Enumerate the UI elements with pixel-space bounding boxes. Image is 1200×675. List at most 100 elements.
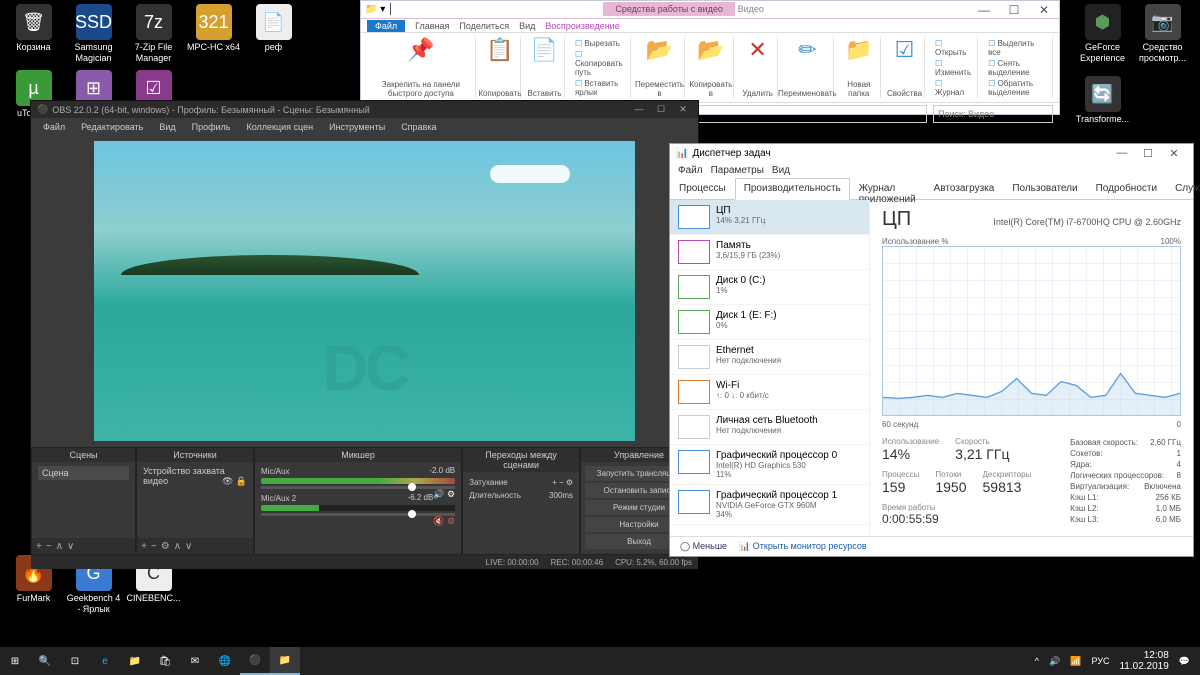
- explorer-tab-file[interactable]: Файл: [367, 20, 405, 32]
- taskbar-store[interactable]: 🛍: [150, 647, 180, 675]
- desktop-icon-samsung[interactable]: SSDSamsung Magician: [66, 4, 121, 64]
- tab-users[interactable]: Пользователи: [1003, 178, 1086, 199]
- tab-startup[interactable]: Автозагрузка: [925, 178, 1004, 199]
- menu-file[interactable]: Файл: [678, 165, 703, 176]
- ribbon-newfolder[interactable]: Новая папка: [844, 80, 875, 98]
- explorer-titlebar[interactable]: 📁 ▾ │ Средства работы с видео Видео — ☐ …: [361, 1, 1059, 19]
- tray-notifications-icon[interactable]: 💬: [1179, 656, 1190, 666]
- explorer-tab-play[interactable]: Воспроизведение: [545, 21, 619, 31]
- close-button[interactable]: ✕: [1161, 147, 1187, 160]
- mixer-row: Mic/Aux 2-6.2 dB 🔇 ⚙: [261, 493, 455, 516]
- min-button[interactable]: —: [969, 3, 999, 17]
- menu-view[interactable]: Вид: [153, 120, 181, 134]
- desktop-icon-mpc[interactable]: 321MPC-HC x64: [186, 4, 241, 53]
- menu-scenes[interactable]: Коллекция сцен: [240, 120, 319, 134]
- remove-icon[interactable]: −: [151, 541, 157, 552]
- desktop-icon-ref[interactable]: 📄реф: [246, 4, 301, 53]
- menu-edit[interactable]: Редактировать: [75, 120, 149, 134]
- explorer-search-input[interactable]: Поиск: Видео: [933, 105, 1053, 123]
- taskbar-edge[interactable]: e: [90, 647, 120, 675]
- menu-file[interactable]: Файл: [37, 120, 71, 134]
- add-icon[interactable]: +: [36, 541, 42, 552]
- duration-input[interactable]: 300ms: [549, 491, 573, 500]
- obs-preview[interactable]: DC: [94, 141, 635, 441]
- explorer-tab-view[interactable]: Вид: [519, 21, 535, 31]
- menu-view[interactable]: Вид: [772, 165, 790, 176]
- min-button[interactable]: —: [1109, 147, 1135, 160]
- ribbon-pin[interactable]: Закрепить на панели быстрого доступа: [373, 80, 469, 98]
- remove-icon[interactable]: −: [46, 541, 52, 552]
- desktop-icon-recycle[interactable]: 🗑Корзина: [6, 4, 61, 53]
- explorer-tab-home[interactable]: Главная: [415, 21, 449, 31]
- search-icon[interactable]: 🔍: [30, 647, 60, 675]
- ribbon-copy[interactable]: Копировать: [478, 89, 521, 98]
- tray-volume-icon[interactable]: 🔊: [1049, 656, 1060, 666]
- taskbar-obs[interactable]: ⚫: [240, 647, 270, 675]
- transition-select[interactable]: Затухание: [469, 478, 508, 487]
- menu-profile[interactable]: Профиль: [186, 120, 237, 134]
- min-button[interactable]: —: [630, 104, 648, 115]
- explorer-contextual-tab: Средства работы с видео: [603, 2, 735, 16]
- ribbon-delete[interactable]: Удалить: [742, 89, 773, 98]
- desktop-icon-geforce[interactable]: ⬢GeForce Experience: [1075, 4, 1130, 64]
- tray-lang[interactable]: РУС: [1091, 656, 1109, 666]
- perf-side-eth[interactable]: EthernetНет подключения: [670, 340, 869, 375]
- speaker-icon[interactable]: 🔊 ⚙: [433, 489, 455, 500]
- taskview-icon[interactable]: ⊡: [60, 647, 90, 675]
- perf-side-gpu0[interactable]: Графический процессор 0Intel(R) HD Graph…: [670, 445, 869, 485]
- tab-performance[interactable]: Производительность: [735, 178, 850, 200]
- start-button[interactable]: ⊞: [0, 647, 30, 675]
- tray-network-icon[interactable]: 📶: [1070, 656, 1081, 666]
- perf-side-d0[interactable]: Диск 0 (C:)1%: [670, 270, 869, 305]
- ribbon-move[interactable]: Переместить в: [635, 80, 684, 98]
- taskbar-explorer-open[interactable]: 📁: [270, 647, 300, 675]
- up-icon[interactable]: ∧: [56, 541, 63, 552]
- menu-tools[interactable]: Инструменты: [323, 120, 391, 134]
- taskbar-clock[interactable]: 12:0811.02.2019: [1119, 650, 1168, 672]
- volume-slider[interactable]: [261, 513, 455, 516]
- ribbon-paste[interactable]: Вставить: [527, 89, 561, 98]
- tab-services[interactable]: Службы: [1166, 178, 1200, 199]
- tray-chevron-icon[interactable]: ^: [1035, 656, 1039, 666]
- perf-side-gpu1[interactable]: Графический процессор 1NVIDIA GeForce GT…: [670, 485, 869, 525]
- explorer-tab-share[interactable]: Поделиться: [459, 21, 509, 31]
- desktop-icon-7zip[interactable]: 7z7-Zip File Manager: [126, 4, 181, 64]
- source-item[interactable]: Устройство захвата видео 👁 🔒: [143, 466, 247, 486]
- ribbon-props[interactable]: Свойства: [887, 89, 922, 98]
- tab-apphistory[interactable]: Журнал приложений: [850, 178, 925, 199]
- close-button[interactable]: ✕: [1029, 3, 1059, 17]
- add-icon[interactable]: +: [141, 541, 147, 552]
- fewer-details-button[interactable]: ◯ Меньше: [680, 541, 727, 552]
- max-button[interactable]: ☐: [999, 3, 1029, 17]
- up-icon[interactable]: ∧: [174, 541, 181, 552]
- ribbon-copyto[interactable]: Копировать в: [689, 80, 732, 98]
- perf-side-d1[interactable]: Диск 1 (E: F:)0%: [670, 305, 869, 340]
- perf-side-bt[interactable]: Личная сеть BluetoothНет подключения: [670, 410, 869, 445]
- close-button[interactable]: ✕: [674, 104, 692, 115]
- mute-icon[interactable]: 🔇 ⚙: [433, 516, 455, 527]
- scene-item[interactable]: Сцена: [38, 466, 129, 480]
- perf-side-cpu[interactable]: ЦП14% 3,21 ГГц: [670, 200, 869, 235]
- resource-monitor-link[interactable]: 📊 Открыть монитор ресурсов: [739, 541, 867, 552]
- ribbon-rename[interactable]: Переименовать: [778, 89, 837, 98]
- down-icon[interactable]: ∨: [67, 541, 74, 552]
- desktop-icon-viewer[interactable]: 📷Средство просмотр...: [1135, 4, 1190, 64]
- perf-side-mem[interactable]: Память3,6/15,9 ГБ (23%): [670, 235, 869, 270]
- gear-icon[interactable]: ⚙: [161, 541, 170, 552]
- taskbar-chrome[interactable]: 🌐: [210, 647, 240, 675]
- taskmgr-window: 📊Диспетчер задач —☐✕ Файл Параметры Вид …: [669, 143, 1194, 557]
- down-icon[interactable]: ∨: [185, 541, 192, 552]
- max-button[interactable]: ☐: [652, 104, 670, 115]
- tab-processes[interactable]: Процессы: [670, 178, 735, 199]
- obs-titlebar[interactable]: ⚫OBS 22.0.2 (64-bit, windows) - Профиль:…: [31, 101, 698, 118]
- perf-side-wifi[interactable]: Wi-Fi↑: 0 ↓: 0 кбит/с: [670, 375, 869, 410]
- desktop-icon-transformer[interactable]: 🔄Transforme...: [1075, 76, 1130, 125]
- menu-options[interactable]: Параметры: [711, 165, 764, 176]
- taskbar-explorer[interactable]: 📁: [120, 647, 150, 675]
- max-button[interactable]: ☐: [1135, 147, 1161, 160]
- volume-slider[interactable]: [261, 486, 455, 489]
- taskmgr-titlebar[interactable]: 📊Диспетчер задач —☐✕: [670, 144, 1193, 162]
- menu-help[interactable]: Справка: [395, 120, 442, 134]
- tab-details[interactable]: Подробности: [1087, 178, 1166, 199]
- taskbar-mail[interactable]: ✉: [180, 647, 210, 675]
